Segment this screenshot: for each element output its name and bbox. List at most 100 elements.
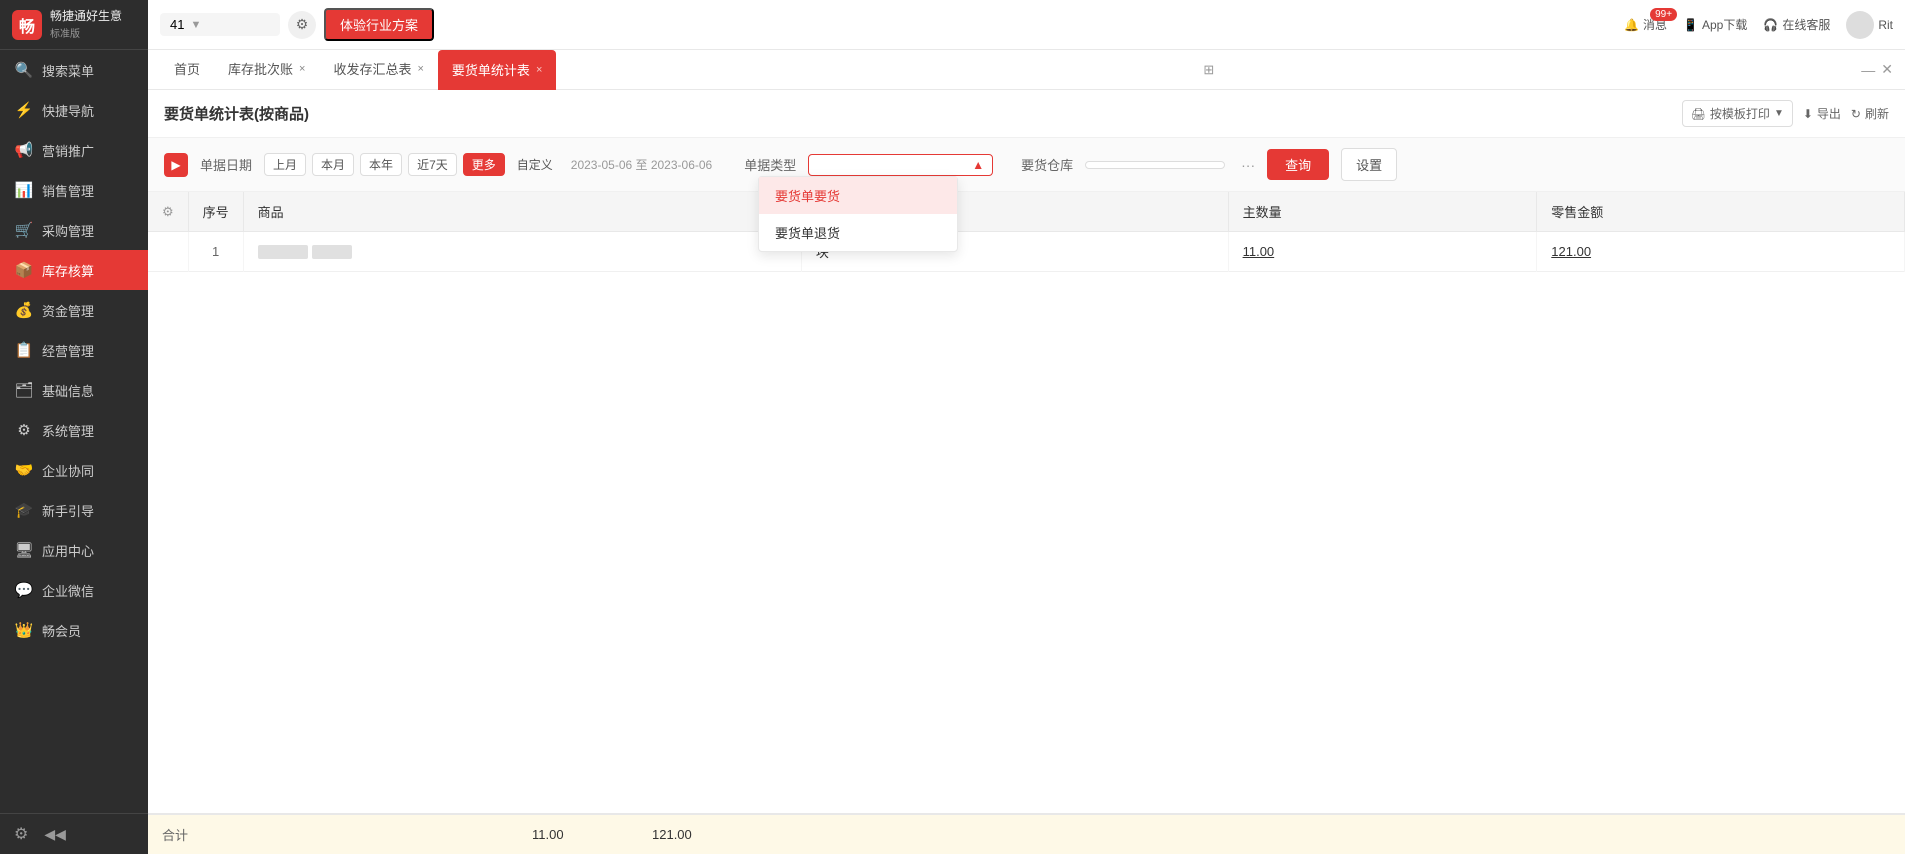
query-button[interactable]: 查询 [1267, 149, 1329, 180]
tab-requisition-stats[interactable]: 要货单统计表 × [438, 50, 556, 90]
close-icon[interactable]: × [536, 64, 542, 76]
dropdown-item-requisition-order[interactable]: 要货单要货 [759, 177, 957, 214]
sidebar-item-appstore[interactable]: 🖥 应用中心 [0, 530, 148, 570]
wechat-icon: 💬 [14, 580, 34, 600]
sidebar-item-system[interactable]: ⚙ 系统管理 [0, 410, 148, 450]
quick-nav-icon: ⚡ [14, 100, 34, 120]
date-this-year-btn[interactable]: 本年 [360, 153, 402, 176]
sidebar-item-label: 企业协同 [42, 461, 94, 480]
type-filter-input[interactable]: ▲ [808, 154, 993, 176]
refresh-button[interactable]: ↻ 刷新 [1851, 105, 1889, 122]
settings-button[interactable]: 设置 [1341, 148, 1397, 181]
sidebar-item-sales[interactable]: 📊 销售管理 [0, 170, 148, 210]
type-filter-label: 单据类型 [744, 155, 796, 174]
window-minimize-icon[interactable]: — [1861, 62, 1875, 78]
table-col-seq: 序号 [188, 192, 243, 232]
sidebar-item-wechat[interactable]: 💬 企业微信 [0, 570, 148, 610]
messages-badge: 99+ [1650, 8, 1677, 21]
inventory-icon: 📦 [14, 260, 34, 280]
table-col-amount: 零售金额 [1537, 192, 1905, 232]
table-row: 1 块 11.00 121.00 [148, 232, 1905, 272]
row-product [243, 232, 801, 272]
table-gear-th[interactable]: ⚙ [148, 192, 188, 232]
sidebar-item-label: 应用中心 [42, 541, 94, 560]
tabbar: 首页 库存批次账 × 收发存汇总表 × 要货单统计表 × ⊞ — ✕ [148, 50, 1905, 90]
sidebar-item-label: 畅会员 [42, 621, 81, 640]
messages-button[interactable]: 🔔 消息 99+ [1624, 16, 1667, 33]
sidebar-item-basic[interactable]: 🗂 基础信息 [0, 370, 148, 410]
filter-area: ▶ 单据日期 上月 本月 本年 近7天 更多 自定义 2023-05-06 至 … [148, 138, 1905, 192]
row-seq: 1 [188, 232, 243, 272]
date-this-month-btn[interactable]: 本月 [312, 153, 354, 176]
table-col-quantity: 主数量 [1228, 192, 1537, 232]
table-footer: 合计 11.00 121.00 [148, 813, 1905, 854]
filter-more-icon[interactable]: ··· [1241, 157, 1255, 173]
basic-icon: 🗂 [14, 380, 34, 400]
sidebar-collapse-icon[interactable]: ◀◀ [44, 826, 66, 843]
online-service-button[interactable]: 🎧 在线客服 [1763, 16, 1830, 33]
sidebar-settings-icon[interactable]: ⚙ [14, 824, 28, 844]
headset-icon: 🎧 [1763, 18, 1778, 32]
row-amount[interactable]: 121.00 [1537, 232, 1905, 272]
dropdown-item-requisition-return[interactable]: 要货单退货 [759, 214, 957, 251]
sidebar-item-label: 销售管理 [42, 181, 94, 200]
sidebar-item-quick-nav[interactable]: ⚡ 快捷导航 [0, 90, 148, 130]
sidebar-item-purchase[interactable]: 🛒 采购管理 [0, 210, 148, 250]
filter-expand-button[interactable]: ▶ [164, 153, 188, 177]
topbar-gear-button[interactable]: ⚙ [288, 11, 316, 39]
close-icon[interactable]: × [299, 63, 305, 75]
sidebar-item-label: 库存核算 [42, 261, 94, 280]
date-last-month-btn[interactable]: 上月 [264, 153, 306, 176]
export-button[interactable]: ⬇ 导出 [1803, 105, 1841, 122]
app-logo: 畅 [12, 10, 42, 40]
app-download-button[interactable]: 📱 App下载 [1683, 16, 1747, 33]
main-area: 41 ▼ ⚙ 体验行业方案 🔔 消息 99+ 📱 App下载 🎧 在线客服 Ri… [148, 0, 1905, 854]
bell-icon: 🔔 [1624, 18, 1639, 32]
user-name: Rit [1878, 18, 1893, 32]
date-7days-btn[interactable]: 近7天 [408, 153, 457, 176]
close-icon[interactable]: × [417, 63, 423, 75]
sidebar-header: 畅 畅捷通好生意 标准版 [0, 0, 148, 50]
marketing-icon: 📢 [14, 140, 34, 160]
sidebar-item-cooperation[interactable]: 🤝 企业协同 [0, 450, 148, 490]
footer-quantity: 11.00 [532, 827, 652, 842]
tab-shipment-summary[interactable]: 收发存汇总表 × [319, 50, 437, 90]
finance-icon: 💰 [14, 300, 34, 320]
app-title: 畅捷通好生意 [50, 9, 122, 25]
window-close-icon[interactable]: ✕ [1881, 61, 1893, 78]
tab-requisition-stats-label: 要货单统计表 [452, 60, 530, 79]
data-table: ⚙ 序号 商品 主计量单位 主数量 零售金额 1 [148, 192, 1905, 272]
date-custom-btn[interactable]: 自定义 [511, 154, 559, 175]
sidebar-item-finance[interactable]: 💰 资金管理 [0, 290, 148, 330]
refresh-icon: ↻ [1851, 107, 1861, 121]
trial-button[interactable]: 体验行业方案 [324, 8, 434, 41]
user-avatar-button[interactable]: Rit [1846, 11, 1893, 39]
date-more-btn[interactable]: 更多 [463, 153, 505, 176]
type-input-field[interactable] [817, 158, 972, 172]
sidebar-item-marketing[interactable]: 📢 营销推广 [0, 130, 148, 170]
date-shortcuts: 上月 本月 本年 近7天 更多 自定义 [264, 153, 559, 176]
sidebar-item-vip[interactable]: 👑 畅会员 [0, 610, 148, 650]
tabbar-expand-button[interactable]: ⊞ [1203, 62, 1214, 78]
tab-home[interactable]: 首页 [160, 50, 214, 90]
tab-inventory-batch[interactable]: 库存批次账 × [214, 50, 319, 90]
online-service-label: 在线客服 [1782, 16, 1830, 33]
sidebar-item-guide[interactable]: 🎓 新手引导 [0, 490, 148, 530]
type-chevron-up-icon[interactable]: ▲ [972, 158, 984, 172]
sidebar-item-label: 采购管理 [42, 221, 94, 240]
sidebar-item-search[interactable]: 🔍 搜索菜单 [0, 50, 148, 90]
sidebar-item-label: 搜索菜单 [42, 61, 94, 80]
row-quantity[interactable]: 11.00 [1228, 232, 1537, 272]
page-actions: 🖨 按模板打印 ▼ ⬇ 导出 ↻ 刷新 [1682, 100, 1889, 127]
refresh-label: 刷新 [1865, 105, 1889, 122]
tab-shipment-summary-label: 收发存汇总表 [333, 59, 411, 78]
template-print-button[interactable]: 🖨 按模板打印 ▼ [1682, 100, 1793, 127]
sidebar-item-inventory[interactable]: 📦 库存核算 [0, 250, 148, 290]
company-selector[interactable]: 41 ▼ [160, 13, 280, 36]
sidebar-item-operations[interactable]: 📋 经营管理 [0, 330, 148, 370]
page-title: 要货单统计表(按商品) [164, 103, 309, 124]
phone-icon: 📱 [1683, 18, 1698, 32]
avatar [1846, 11, 1874, 39]
sidebar-bottom: ⚙ ◀◀ [0, 813, 148, 854]
warehouse-filter-input[interactable] [1085, 161, 1225, 169]
